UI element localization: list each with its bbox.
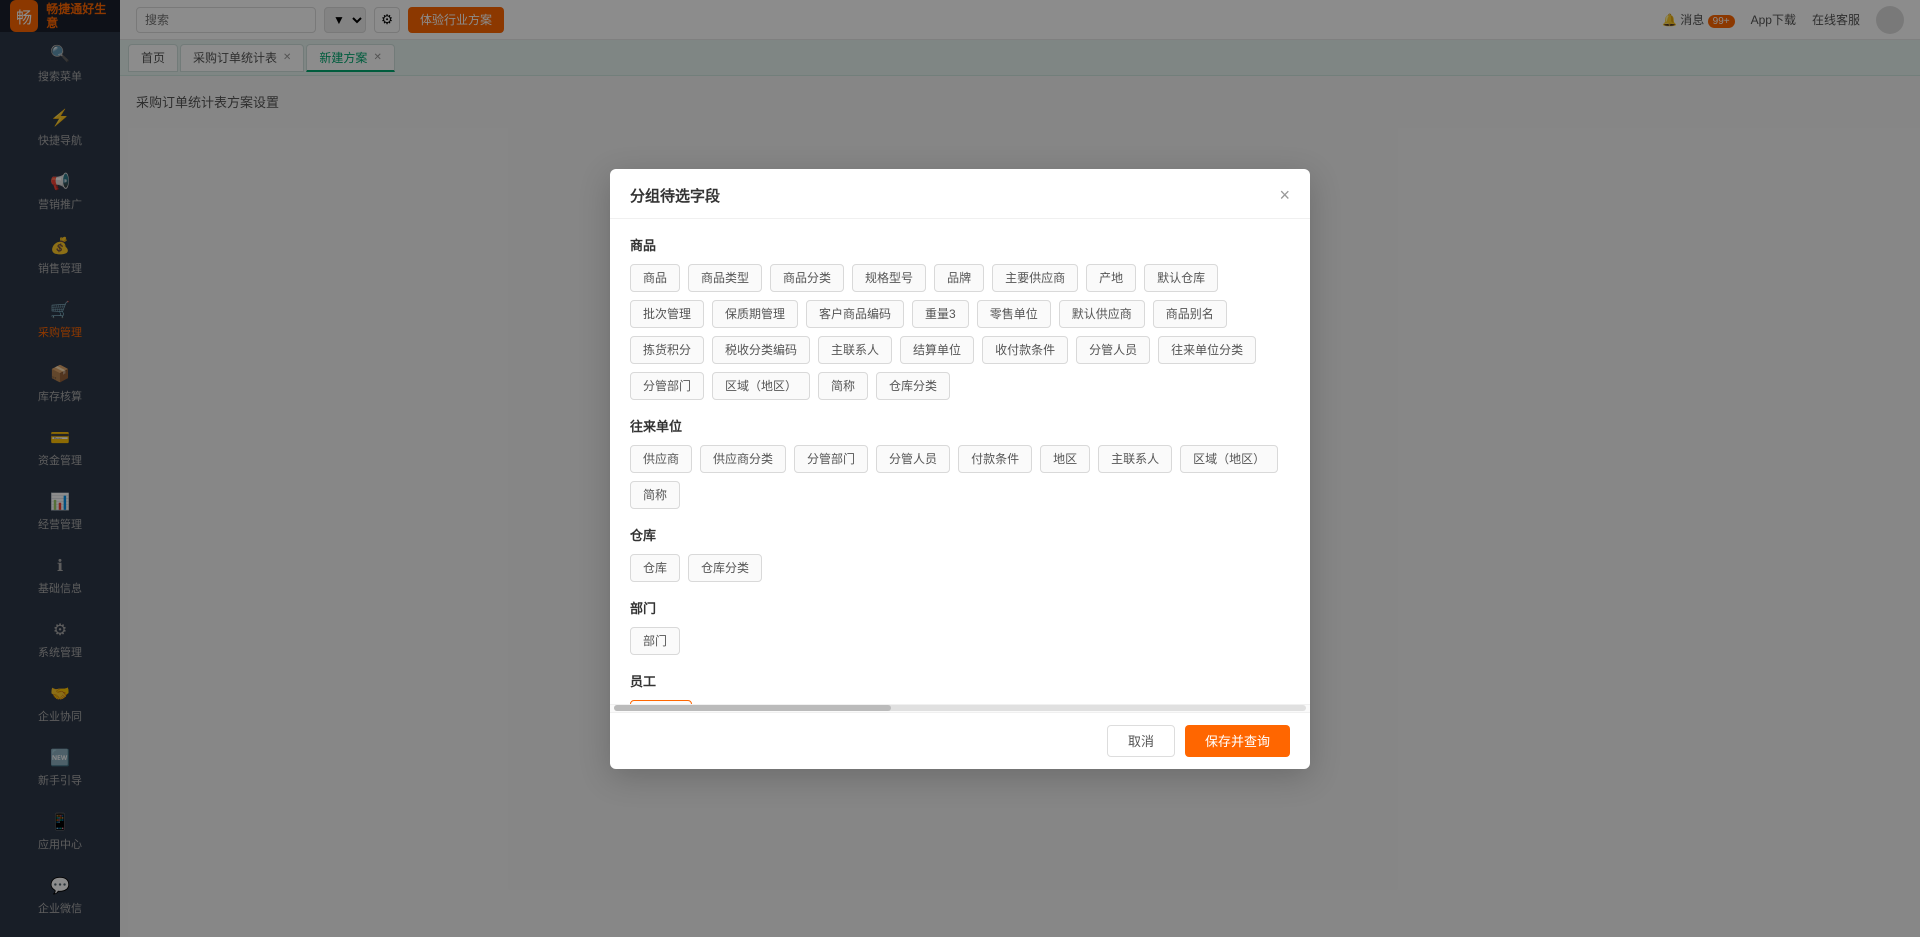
dialog-header: 分组待选字段 × bbox=[610, 169, 1310, 219]
field-tag-0-17[interactable]: 主联系人 bbox=[818, 336, 892, 364]
field-tag-1-8[interactable]: 简称 bbox=[630, 481, 680, 509]
field-tag-3-0[interactable]: 部门 bbox=[630, 627, 680, 655]
field-tag-0-23[interactable]: 区域（地区） bbox=[712, 372, 810, 400]
field-tag-1-2[interactable]: 分管部门 bbox=[794, 445, 868, 473]
field-tag-0-1[interactable]: 商品类型 bbox=[688, 264, 762, 292]
field-tag-1-7[interactable]: 区域（地区） bbox=[1180, 445, 1278, 473]
field-tag-0-10[interactable]: 客户商品编码 bbox=[806, 300, 904, 328]
field-tag-0-12[interactable]: 零售单位 bbox=[977, 300, 1051, 328]
dialog-footer: 取消 保存并查询 bbox=[610, 712, 1310, 769]
field-section-title-0: 商品 bbox=[630, 235, 1290, 254]
field-tag-0-3[interactable]: 规格型号 bbox=[852, 264, 926, 292]
field-tag-0-7[interactable]: 默认仓库 bbox=[1144, 264, 1218, 292]
field-tag-0-20[interactable]: 分管人员 bbox=[1076, 336, 1150, 364]
field-section-title-4: 员工 bbox=[630, 671, 1290, 690]
dialog-title: 分组待选字段 bbox=[630, 185, 720, 206]
field-tag-1-0[interactable]: 供应商 bbox=[630, 445, 692, 473]
field-tags-0: 商品商品类型商品分类规格型号品牌主要供应商产地默认仓库批次管理保质期管理客户商品… bbox=[630, 264, 1290, 400]
confirm-button[interactable]: 保存并查询 bbox=[1185, 725, 1290, 757]
field-section-0: 商品商品商品类型商品分类规格型号品牌主要供应商产地默认仓库批次管理保质期管理客户… bbox=[630, 235, 1290, 400]
dialog-body: 商品商品商品类型商品分类规格型号品牌主要供应商产地默认仓库批次管理保质期管理客户… bbox=[610, 219, 1310, 704]
field-tag-0-16[interactable]: 税收分类编码 bbox=[712, 336, 810, 364]
field-tag-2-0[interactable]: 仓库 bbox=[630, 554, 680, 582]
field-tag-1-4[interactable]: 付款条件 bbox=[958, 445, 1032, 473]
field-select-dialog: 分组待选字段 × 商品商品商品类型商品分类规格型号品牌主要供应商产地默认仓库批次… bbox=[610, 169, 1310, 769]
dialog-close-icon[interactable]: × bbox=[1279, 185, 1290, 206]
field-tags-1: 供应商供应商分类分管部门分管人员付款条件地区主联系人区域（地区） 简称 bbox=[630, 445, 1290, 509]
field-tag-0-14[interactable]: 商品别名 bbox=[1153, 300, 1227, 328]
field-tag-1-3[interactable]: 分管人员 bbox=[876, 445, 950, 473]
field-tag-0-9[interactable]: 保质期管理 bbox=[712, 300, 798, 328]
cancel-button[interactable]: 取消 bbox=[1107, 725, 1175, 757]
field-tags-3: 部门 bbox=[630, 627, 1290, 655]
field-tag-0-18[interactable]: 结算单位 bbox=[900, 336, 974, 364]
field-section-title-1: 往来单位 bbox=[630, 416, 1290, 435]
field-tag-0-21[interactable]: 往来单位分类 bbox=[1158, 336, 1256, 364]
field-tag-0-5[interactable]: 主要供应商 bbox=[992, 264, 1078, 292]
field-tag-0-4[interactable]: 品牌 bbox=[934, 264, 984, 292]
dialog-hscroll bbox=[610, 704, 1310, 712]
field-tag-0-22[interactable]: 分管部门 bbox=[630, 372, 704, 400]
field-tag-0-6[interactable]: 产地 bbox=[1086, 264, 1136, 292]
field-tag-0-25[interactable]: 仓库分类 bbox=[876, 372, 950, 400]
field-tag-1-5[interactable]: 地区 bbox=[1040, 445, 1090, 473]
field-tag-0-8[interactable]: 批次管理 bbox=[630, 300, 704, 328]
field-tag-0-19[interactable]: 收付款条件 bbox=[982, 336, 1068, 364]
field-section-title-2: 仓库 bbox=[630, 525, 1290, 544]
field-section-1: 往来单位供应商供应商分类分管部门分管人员付款条件地区主联系人区域（地区） 简称 bbox=[630, 416, 1290, 509]
field-tag-1-6[interactable]: 主联系人 bbox=[1098, 445, 1172, 473]
field-tag-0-15[interactable]: 拣货积分 bbox=[630, 336, 704, 364]
field-section-3: 部门部门 bbox=[630, 598, 1290, 655]
field-tags-2: 仓库仓库分类 bbox=[630, 554, 1290, 582]
field-tag-0-11[interactable]: 重量3 bbox=[912, 300, 969, 328]
field-section-title-3: 部门 bbox=[630, 598, 1290, 617]
field-section-4: 员工业务员 bbox=[630, 671, 1290, 704]
field-tag-0-0[interactable]: 商品 bbox=[630, 264, 680, 292]
field-tag-0-2[interactable]: 商品分类 bbox=[770, 264, 844, 292]
field-tag-1-1[interactable]: 供应商分类 bbox=[700, 445, 786, 473]
field-tag-2-1[interactable]: 仓库分类 bbox=[688, 554, 762, 582]
field-tag-0-13[interactable]: 默认供应商 bbox=[1059, 300, 1145, 328]
field-tag-0-24[interactable]: 简称 bbox=[818, 372, 868, 400]
field-section-2: 仓库仓库仓库分类 bbox=[630, 525, 1290, 582]
